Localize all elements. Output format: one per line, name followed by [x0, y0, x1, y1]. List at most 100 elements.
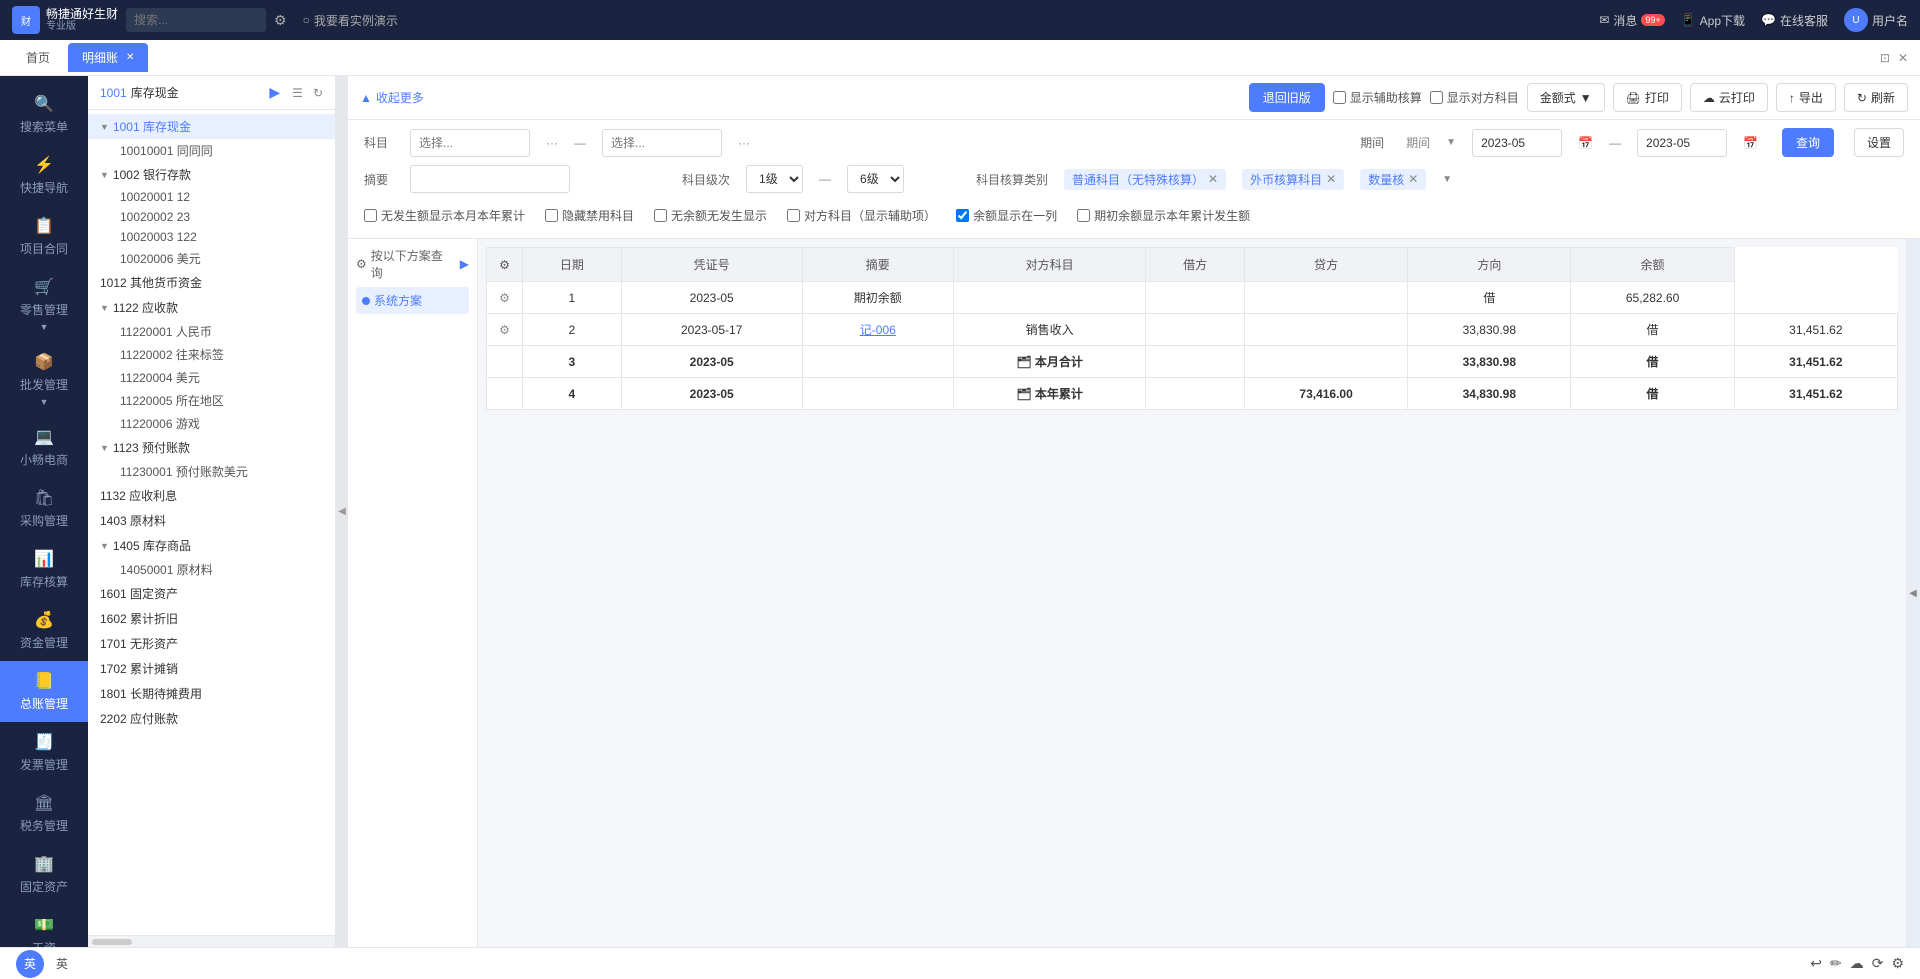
refresh-btn[interactable]: ↻ 刷新 — [1844, 83, 1908, 112]
tree-item-1801[interactable]: 1801 长期待摊费用 — [88, 681, 335, 706]
tree-item-1602[interactable]: 1602 累计折旧 — [88, 606, 335, 631]
sync-icon[interactable]: ⟳ — [1872, 955, 1884, 972]
calendar-end-icon[interactable]: 📅 — [1743, 136, 1758, 150]
show-aux-checkbox[interactable] — [1333, 91, 1346, 104]
opt-no-occur-checkbox[interactable] — [654, 209, 667, 222]
lang-btn[interactable]: 英 — [16, 950, 44, 978]
calendar-start-icon[interactable]: 📅 — [1578, 136, 1593, 150]
opt-balance-col-checkbox[interactable] — [956, 209, 969, 222]
opt-balance-col[interactable]: 余额显示在一列 — [956, 207, 1057, 224]
nav-purchase[interactable]: 🛍 采购管理 — [0, 478, 88, 539]
nav-project[interactable]: 📋 项目合同 — [0, 206, 88, 267]
opt-opposite[interactable]: 对方科目（显示辅助项） — [787, 207, 936, 224]
nav-ledger[interactable]: 📒 总账管理 — [0, 661, 88, 722]
tree-item-1601[interactable]: 1601 固定资产 — [88, 581, 335, 606]
export-btn[interactable]: ↑ 导出 — [1776, 83, 1836, 112]
summary-input[interactable] — [410, 165, 570, 193]
tree-item-14050001[interactable]: 14050001 原材料 — [88, 558, 335, 581]
tree-item-10010001[interactable]: 10010001 同同同 — [88, 139, 335, 162]
tree-item-1701[interactable]: 1701 无形资产 — [88, 631, 335, 656]
tag-foreign-remove[interactable]: ✕ — [1326, 172, 1336, 186]
cloud-print-btn[interactable]: ☁ 云打印 — [1690, 83, 1768, 112]
tab-detail[interactable]: 明细账 ✕ — [68, 43, 148, 72]
tree-item-10020002[interactable]: 10020002 23 — [88, 207, 335, 227]
tab-close-window-icon[interactable]: ✕ — [1898, 51, 1908, 65]
tree-item-10020001[interactable]: 10020001 12 — [88, 187, 335, 207]
opt-hide-disabled[interactable]: 隐藏禁用科目 — [545, 207, 634, 224]
tag-qty-remove[interactable]: ✕ — [1408, 172, 1418, 186]
subject-input[interactable] — [410, 129, 530, 157]
tree-item-11220006[interactable]: 11220006 游戏 — [88, 412, 335, 435]
tree-item-1012[interactable]: 1012 其他货币资金 — [88, 270, 335, 295]
tree-item-10020003[interactable]: 10020003 122 — [88, 227, 335, 247]
tree-item-1123[interactable]: ▼ 1123 预付账款 — [88, 435, 335, 460]
subject-input-end[interactable] — [602, 129, 722, 157]
print-btn[interactable]: 🖨 打印 — [1613, 83, 1682, 112]
settings-icon[interactable]: ⚙ — [274, 12, 287, 29]
bottom-settings-icon[interactable]: ⚙ — [1891, 955, 1904, 972]
nav-retail[interactable]: 🛒 零售管理 ▼ — [0, 267, 88, 342]
period-start-input[interactable] — [1472, 129, 1562, 157]
tree-item-1403[interactable]: 1403 原材料 — [88, 508, 335, 533]
opt-no-balance-checkbox[interactable] — [364, 209, 377, 222]
opt-period-begin[interactable]: 期初余额显示本年累计发生额 — [1077, 207, 1250, 224]
edit-icon[interactable]: ✏ — [1830, 955, 1842, 972]
tree-menu-icon[interactable]: ☰ — [292, 86, 303, 100]
tree-item-1002[interactable]: ▼ 1002 银行存款 — [88, 162, 335, 187]
level-end-select[interactable]: 6级1级2级 — [847, 165, 904, 193]
expand-more-btn[interactable]: ▲ 收起更多 — [360, 89, 424, 106]
currency-btn[interactable]: 金额式 ▼ — [1527, 83, 1605, 112]
settings-btn[interactable]: 设置 — [1854, 128, 1904, 157]
tab-close-icon[interactable]: ✕ — [126, 52, 134, 63]
message-btn[interactable]: ✉ 消息 99+ — [1599, 12, 1664, 29]
demo-link[interactable]: ○ 我要看实例演示 — [303, 12, 398, 29]
cloud-icon[interactable]: ☁ — [1850, 955, 1864, 972]
nav-wholesale[interactable]: 📦 批发管理 ▼ — [0, 342, 88, 417]
tree-item-2202[interactable]: 2202 应付账款 — [88, 706, 335, 731]
row2-voucher[interactable]: 记-006 — [802, 314, 953, 346]
tree-scrollbar[interactable] — [88, 935, 335, 947]
tree-item-11220002[interactable]: 11220002 往来标签 — [88, 343, 335, 366]
opt-hide-disabled-checkbox[interactable] — [545, 209, 558, 222]
tree-item-10020006[interactable]: 10020006 美元 — [88, 247, 335, 270]
user-area[interactable]: U 用户名 — [1844, 8, 1908, 32]
tree-item-1405[interactable]: ▼ 1405 库存商品 — [88, 533, 335, 558]
opt-no-balance[interactable]: 无发生额显示本月本年累计 — [364, 207, 525, 224]
tree-refresh-icon[interactable]: ↻ — [313, 86, 323, 100]
nav-capital[interactable]: 💰 资金管理 — [0, 600, 88, 661]
nav-assets[interactable]: 🏢 固定资产 — [0, 844, 88, 905]
tree-item-1132[interactable]: 1132 应收利息 — [88, 483, 335, 508]
tree-item-11220001[interactable]: 11220001 人民币 — [88, 320, 335, 343]
tag-normal-remove[interactable]: ✕ — [1208, 172, 1218, 186]
query-btn[interactable]: 查询 — [1782, 128, 1834, 157]
undo-icon[interactable]: ↩ — [1810, 955, 1822, 972]
voucher-link[interactable]: 记-006 — [860, 323, 896, 337]
nav-ecommerce[interactable]: 💻 小畅电商 — [0, 417, 88, 478]
tree-item-1702[interactable]: 1702 累计摊销 — [88, 656, 335, 681]
nav-tax[interactable]: 🏛 税务管理 — [0, 783, 88, 844]
nav-salary[interactable]: 💵 工资 — [0, 905, 88, 947]
opt-period-begin-checkbox[interactable] — [1077, 209, 1090, 222]
show-opposite-check[interactable]: 显示对方科目 — [1430, 89, 1519, 106]
period-chevron[interactable]: ▼ — [1446, 137, 1456, 148]
period-end-input[interactable] — [1637, 129, 1727, 157]
tree-item-11220004[interactable]: 11220004 美元 — [88, 366, 335, 389]
query-scheme-system[interactable]: 系统方案 — [356, 287, 469, 314]
opt-opposite-checkbox[interactable] — [787, 209, 800, 222]
tree-item-1001[interactable]: ▼ 1001 库存现金 — [88, 114, 335, 139]
tree-item-11230001[interactable]: 11230001 预付账款美元 — [88, 460, 335, 483]
arrow-right-icon[interactable]: ▶ — [269, 84, 280, 101]
show-aux-check[interactable]: 显示辅助核算 — [1333, 89, 1422, 106]
nav-inventory[interactable]: 📊 库存核算 — [0, 539, 88, 600]
side-collapse-btn[interactable]: ◀ — [336, 76, 348, 947]
tree-item-11220005[interactable]: 11220005 所在地区 — [88, 389, 335, 412]
level-start-select[interactable]: 1级2级3级 — [746, 165, 803, 193]
top-search-input[interactable] — [126, 8, 266, 32]
show-opposite-checkbox[interactable] — [1430, 91, 1443, 104]
nav-search[interactable]: 🔍 搜索菜单 — [0, 84, 88, 145]
opt-no-occur[interactable]: 无余额无发生显示 — [654, 207, 767, 224]
online-service-btn[interactable]: 💬 在线客服 — [1761, 12, 1828, 29]
nav-invoice[interactable]: 🧾 发票管理 — [0, 722, 88, 783]
tab-home[interactable]: 首页 — [12, 43, 64, 72]
app-download-btn[interactable]: 📱 App下载 — [1681, 12, 1745, 29]
